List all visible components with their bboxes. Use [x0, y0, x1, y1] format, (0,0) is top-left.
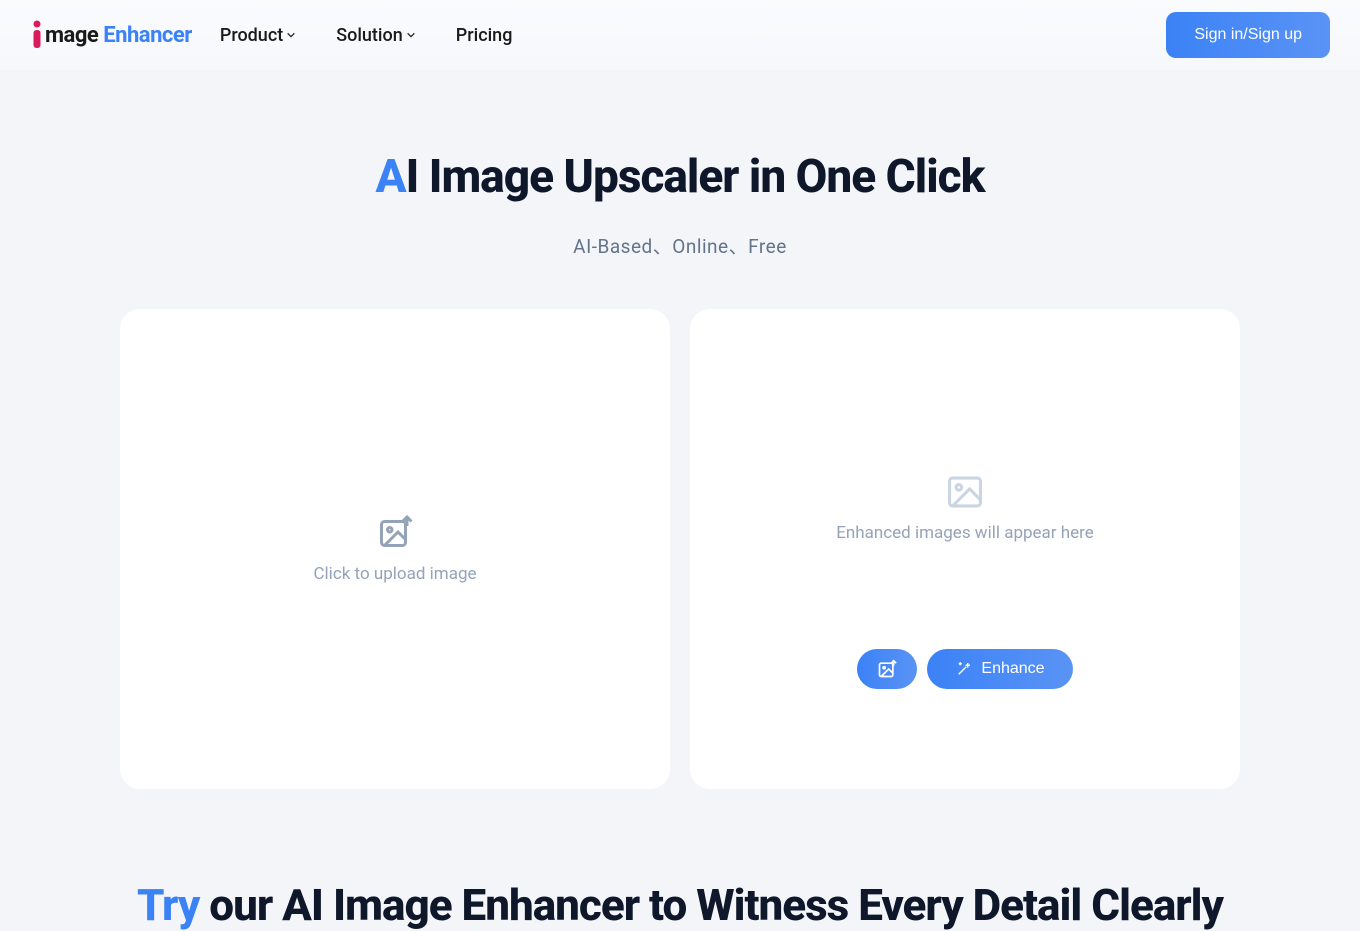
hero-subtitle: AI-Based、Online、Free — [20, 232, 1340, 259]
section2-title-rest: our AI Image Enhancer to Witness Every D… — [199, 879, 1223, 931]
action-row: Enhance — [690, 649, 1240, 689]
chevron-down-icon — [406, 30, 416, 40]
enhance-button[interactable]: Enhance — [927, 649, 1072, 689]
upload-icon-button[interactable] — [857, 649, 917, 689]
hero-title-accent: A — [376, 150, 406, 204]
result-panel: Enhanced images will appear here — [690, 309, 1240, 789]
header-left: mage Enhancer Product Solution Pricing — [30, 20, 512, 50]
upload-placeholder-text: Click to upload image — [313, 564, 476, 584]
chevron-down-icon — [286, 30, 296, 40]
logo-i-icon — [30, 20, 44, 50]
nav-solution-label: Solution — [336, 25, 403, 46]
logo[interactable]: mage Enhancer — [30, 20, 192, 50]
nav-pricing-label: Pricing — [456, 25, 513, 46]
section2-title: Try our AI Image Enhancer to Witness Eve… — [20, 879, 1340, 931]
nav-pricing[interactable]: Pricing — [456, 25, 513, 46]
section2-title-accent: Try — [137, 879, 199, 931]
image-upload-icon — [377, 514, 413, 550]
result-placeholder-text: Enhanced images will appear here — [836, 523, 1094, 543]
panels: Click to upload image Enhanced images wi… — [0, 299, 1360, 849]
signin-button[interactable]: Sign in/Sign up — [1166, 12, 1330, 58]
enhance-button-label: Enhance — [981, 660, 1044, 678]
logo-text-mage: mage — [45, 23, 98, 48]
nav: Product Solution Pricing — [220, 25, 513, 46]
nav-product-label: Product — [220, 25, 283, 46]
nav-product[interactable]: Product — [220, 25, 296, 46]
nav-solution[interactable]: Solution — [336, 25, 416, 46]
magic-wand-icon — [955, 660, 973, 678]
hero-title: AI Image Upscaler in One Click — [20, 150, 1340, 204]
hero: AI Image Upscaler in One Click AI-Based、… — [0, 70, 1360, 299]
upload-placeholder: Click to upload image — [313, 514, 476, 584]
upload-panel[interactable]: Click to upload image — [120, 309, 670, 789]
image-upload-icon — [877, 659, 897, 679]
header: mage Enhancer Product Solution Pricing S… — [0, 0, 1360, 70]
logo-text-enhancer: Enhancer — [103, 23, 192, 48]
section2: Try our AI Image Enhancer to Witness Eve… — [0, 849, 1360, 931]
result-placeholder: Enhanced images will appear here — [836, 475, 1094, 543]
image-placeholder-icon — [946, 475, 984, 509]
hero-title-rest: I Image Upscaler in One Click — [406, 150, 985, 204]
